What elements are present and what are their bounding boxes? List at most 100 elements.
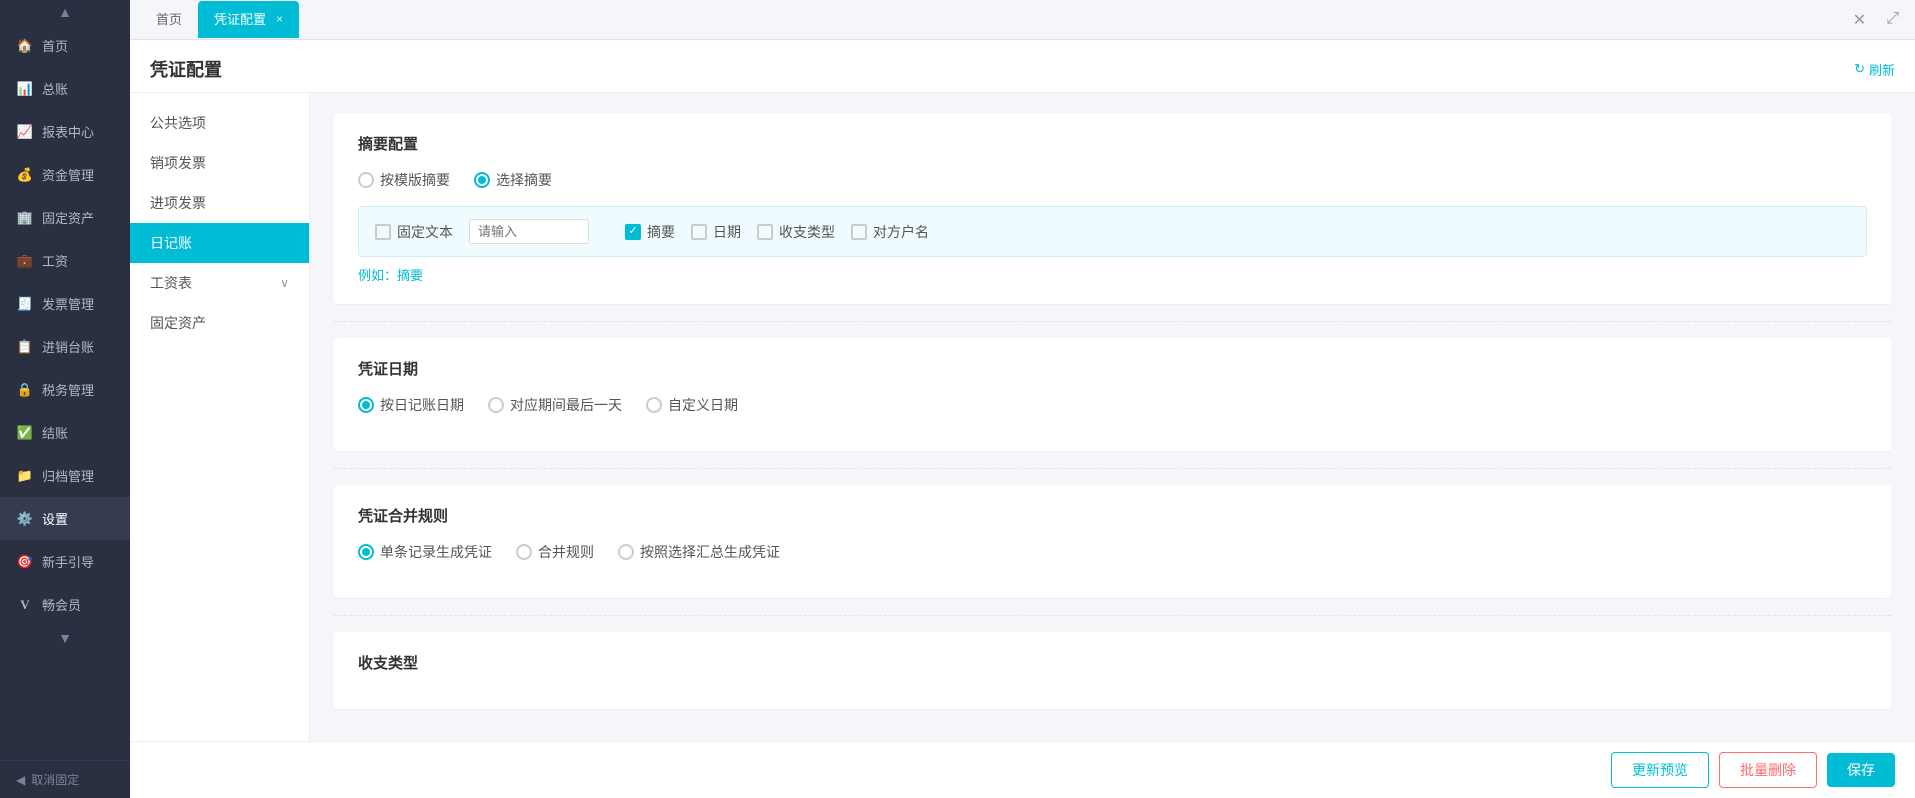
radio-summary-generate[interactable]: 按照选择汇总生成凭证	[618, 542, 780, 562]
radio-circle	[516, 544, 532, 560]
page-header: 凭证配置 ↻ 刷新	[130, 40, 1915, 93]
content-area: 凭证配置 ↻ 刷新 公共选项 销项发票 进项发票 日记账	[130, 40, 1915, 798]
tab-voucher-config[interactable]: 凭证配置 ×	[198, 1, 299, 38]
radio-merge-rules[interactable]: 合并规则	[516, 542, 594, 562]
left-nav: 公共选项 销项发票 进项发票 日记账 工资表 ∨ 固定资产	[130, 93, 310, 741]
merge-rules-section: 凭证合并规则 单条记录生成凭证 合并规则 按照选择汇总生成凭证	[334, 485, 1891, 599]
radio-select-summary[interactable]: 选择摘要	[474, 170, 552, 190]
fixed-text-input[interactable]	[469, 219, 589, 244]
tab-maximize-btn[interactable]: ⤢	[1880, 8, 1905, 32]
chevron-down-icon: ∨	[280, 276, 289, 290]
checkbox-date[interactable]: 日期	[691, 222, 741, 242]
tab-close-window-btn[interactable]: ✕	[1847, 8, 1872, 32]
sidebar-item-guide[interactable]: 🎯 新手引导	[0, 540, 130, 583]
radio-journal-date[interactable]: 按日记账日期	[358, 395, 464, 415]
voucher-date-title: 凭证日期	[358, 358, 1867, 379]
left-nav-sales-invoice[interactable]: 销项发票	[130, 143, 309, 183]
sidebar-item-funds[interactable]: 💰 资金管理	[0, 153, 130, 196]
left-nav-purchase-invoice[interactable]: 进项发票	[130, 183, 309, 223]
sidebar-item-label: 设置	[42, 509, 68, 528]
summary-config-section: 摘要配置 按模版摘要 选择摘要	[334, 113, 1891, 305]
sidebar-item-label: 发票管理	[42, 294, 94, 313]
batch-delete-button[interactable]: 批量删除	[1719, 752, 1817, 788]
pin-icon: ◀	[16, 773, 25, 787]
left-nav-payroll-table[interactable]: 工资表 ∨	[130, 263, 309, 303]
income-type-section: 收支类型	[334, 632, 1891, 710]
ledger-icon: 📊	[16, 80, 34, 98]
checkbox-box	[851, 224, 867, 240]
radio-single-record[interactable]: 单条记录生成凭证	[358, 542, 492, 562]
merge-rules-radio-group: 单条记录生成凭证 合并规则 按照选择汇总生成凭证	[358, 542, 1867, 562]
sidebar-item-ledger[interactable]: 📊 总账	[0, 67, 130, 110]
refresh-button[interactable]: ↻ 刷新	[1854, 60, 1895, 79]
sidebar-unpin-btn[interactable]: ◀ 取消固定	[0, 760, 130, 798]
left-nav-journal[interactable]: 日记账	[130, 223, 309, 263]
sidebar-item-sales[interactable]: 📋 进销台账	[0, 325, 130, 368]
sidebar-item-label: 总账	[42, 79, 68, 98]
sidebar-item-home[interactable]: 🏠 首页	[0, 24, 130, 67]
summary-config-title: 摘要配置	[358, 133, 1867, 154]
tab-bar: 首页 凭证配置 × ✕ ⤢	[130, 0, 1915, 40]
summary-checkbox-row: 固定文本 摘要 日期 收支类型	[358, 206, 1867, 257]
save-button[interactable]: 保存	[1827, 753, 1895, 787]
invoice-icon: 🧾	[16, 295, 34, 313]
tab-home-label: 首页	[156, 9, 182, 28]
income-type-title: 收支类型	[358, 652, 1867, 673]
sidebar-item-settlement[interactable]: ✅ 结账	[0, 411, 130, 454]
tab-home[interactable]: 首页	[140, 1, 198, 38]
sidebar-item-reports[interactable]: 📈 报表中心	[0, 110, 130, 153]
sidebar-item-label: 工资	[42, 251, 68, 270]
sidebar-item-assets[interactable]: 🏢 固定资产	[0, 196, 130, 239]
left-nav-fixed-assets[interactable]: 固定资产	[130, 303, 309, 343]
radio-custom-date[interactable]: 自定义日期	[646, 395, 738, 415]
sidebar-item-label: 新手引导	[42, 552, 94, 571]
refresh-label: 刷新	[1869, 60, 1895, 79]
sidebar-scroll-up[interactable]: ▲	[0, 0, 130, 24]
radio-template-summary[interactable]: 按模版摘要	[358, 170, 450, 190]
settings-icon: ⚙️	[16, 510, 34, 528]
archive-icon: 📁	[16, 467, 34, 485]
merge-rules-title: 凭证合并规则	[358, 505, 1867, 526]
radio-circle	[646, 397, 662, 413]
checkbox-income-type[interactable]: 收支类型	[757, 222, 835, 242]
sidebar-scroll-down[interactable]: ▼	[0, 626, 130, 650]
sidebar-item-vip[interactable]: V 畅会员	[0, 583, 130, 626]
radio-circle-checked	[358, 544, 374, 560]
summary-radio-group: 按模版摘要 选择摘要	[358, 170, 1867, 190]
bottom-bar: 更新预览 批量删除 保存	[130, 741, 1915, 798]
radio-period-last-day[interactable]: 对应期间最后一天	[488, 395, 622, 415]
sidebar-item-archive[interactable]: 📁 归档管理	[0, 454, 130, 497]
sidebar-item-label: 税务管理	[42, 380, 94, 399]
guide-icon: 🎯	[16, 553, 34, 571]
sidebar: ▲ 🏠 首页 📊 总账 📈 报表中心 💰 资金管理 🏢 固定资产 💼 工资 🧾 …	[0, 0, 130, 798]
section-divider-1	[334, 321, 1891, 322]
checkbox-summary[interactable]: 摘要	[625, 222, 675, 242]
sidebar-item-invoice[interactable]: 🧾 发票管理	[0, 282, 130, 325]
checkbox-fixed-text[interactable]: 固定文本	[375, 222, 453, 242]
voucher-date-section: 凭证日期 按日记账日期 对应期间最后一天 自定义日期	[334, 338, 1891, 452]
reports-icon: 📈	[16, 123, 34, 141]
home-icon: 🏠	[16, 37, 34, 55]
sidebar-item-label: 报表中心	[42, 122, 94, 141]
layout: 公共选项 销项发票 进项发票 日记账 工资表 ∨ 固定资产	[130, 93, 1915, 741]
sidebar-item-tax[interactable]: 🔒 税务管理	[0, 368, 130, 411]
left-nav-public[interactable]: 公共选项	[130, 103, 309, 143]
right-content: 摘要配置 按模版摘要 选择摘要	[310, 93, 1915, 741]
tab-close-icon[interactable]: ×	[276, 12, 283, 26]
checkbox-counterpart[interactable]: 对方户名	[851, 222, 929, 242]
checkbox-box	[691, 224, 707, 240]
sidebar-item-settings[interactable]: ⚙️ 设置	[0, 497, 130, 540]
main-area: 首页 凭证配置 × ✕ ⤢ 凭证配置 ↻ 刷新 公共选项	[130, 0, 1915, 798]
sidebar-item-label: 固定资产	[42, 208, 94, 227]
update-preview-button[interactable]: 更新预览	[1611, 752, 1709, 788]
radio-circle	[618, 544, 634, 560]
sidebar-item-label: 首页	[42, 36, 68, 55]
radio-circle	[358, 172, 374, 188]
vip-icon: V	[16, 596, 34, 614]
radio-circle	[488, 397, 504, 413]
sidebar-item-label: 归档管理	[42, 466, 94, 485]
sidebar-item-payroll[interactable]: 💼 工资	[0, 239, 130, 282]
checkbox-box	[375, 224, 391, 240]
radio-circle-checked	[358, 397, 374, 413]
sidebar-item-label: 结账	[42, 423, 68, 442]
